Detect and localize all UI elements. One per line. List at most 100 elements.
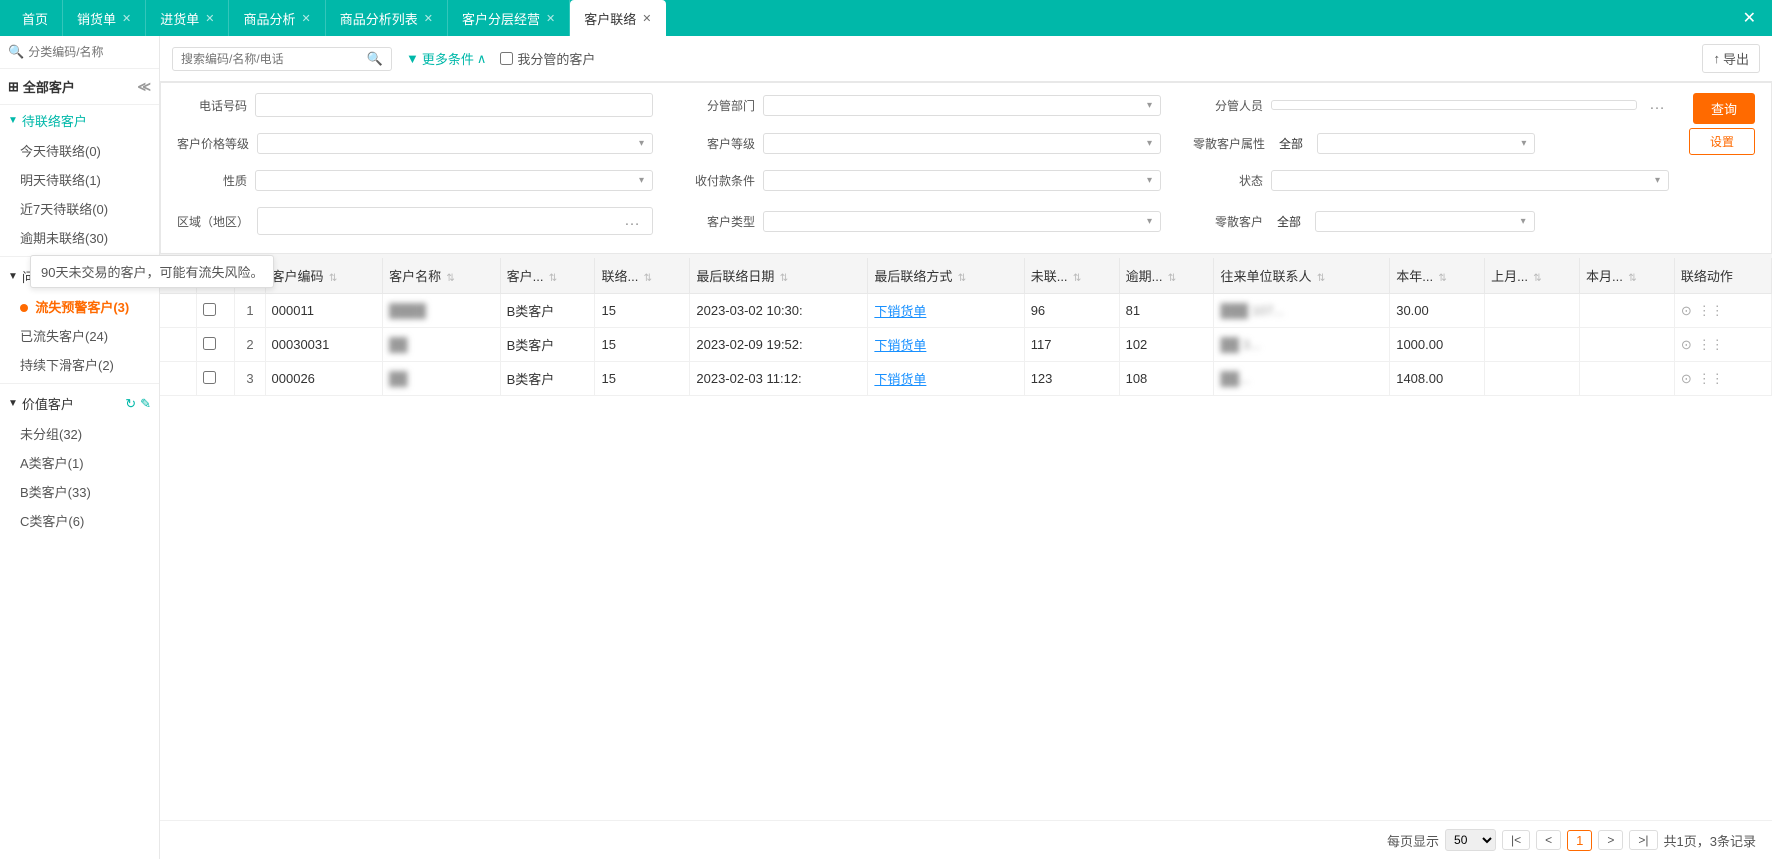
sidebar-search-wrap: 🔍 (0, 36, 159, 69)
settings-button[interactable]: 设置 (1689, 128, 1755, 155)
tab-customer-segment-close[interactable]: ✕ (546, 12, 555, 25)
tab-customer-segment[interactable]: 客户分层经营 ✕ (448, 0, 570, 36)
first-page-button[interactable]: |< (1502, 830, 1530, 850)
customer-level-select[interactable]: ▾ (763, 133, 1161, 154)
col-this-month[interactable]: 本月... ⇅ (1580, 258, 1675, 294)
region-select[interactable]: … (257, 207, 653, 235)
per-page-select[interactable]: 50 100 200 (1445, 829, 1496, 851)
export-button[interactable]: ↑ 导出 (1702, 44, 1760, 73)
retail-attr-select[interactable]: ▾ (1317, 133, 1535, 154)
sidebar-item-c-class[interactable]: C类客户(6) (0, 506, 159, 535)
person-more-icon[interactable]: … (1645, 96, 1669, 114)
col-type[interactable]: 客户... ⇅ (500, 258, 595, 294)
tab-home[interactable]: 首页 (8, 0, 63, 36)
col-overdue[interactable]: 逾期... ⇅ (1119, 258, 1214, 294)
col-last-contact-date[interactable]: 最后联络日期 ⇅ (690, 258, 868, 294)
col-code[interactable]: 客户编码 ⇅ (265, 258, 383, 294)
filter-icon: ▼ (406, 51, 419, 66)
row3-checkbox[interactable] (196, 362, 235, 396)
row3-action-icon1[interactable]: ⊙ (1681, 371, 1692, 387)
row1-checkbox[interactable] (196, 294, 235, 328)
row3-method-link[interactable]: 下销货单 (874, 372, 926, 387)
collapse-icon[interactable]: ≪ (137, 79, 151, 95)
query-button[interactable]: 查询 (1693, 93, 1755, 124)
row2-check[interactable] (203, 337, 216, 350)
customer-level-chevron-icon: ▾ (1147, 138, 1152, 149)
sidebar-item-overdue-pending[interactable]: 逾期未联络(30) (0, 223, 159, 252)
row2-last-method[interactable]: 下销货单 (868, 328, 1024, 362)
tab-purchase-close[interactable]: ✕ (205, 12, 214, 25)
last-page-button[interactable]: >| (1629, 830, 1657, 850)
sidebar-item-b-class[interactable]: B类客户(33) (0, 477, 159, 506)
sidebar-item-churned[interactable]: 已流失客户(24) (0, 321, 159, 350)
col-last-contact-method[interactable]: 最后联络方式 ⇅ (868, 258, 1024, 294)
tab-analysis-close[interactable]: ✕ (302, 12, 311, 25)
tab-analysis[interactable]: 商品分析 ✕ (229, 0, 325, 36)
row1-last-method[interactable]: 下销货单 (868, 294, 1024, 328)
sidebar-all-customers[interactable]: ⊞ 全部客户 ≪ (0, 69, 159, 105)
row1-method-link[interactable]: 下销货单 (874, 304, 926, 319)
sidebar-item-ungroup[interactable]: 未分组(32) (0, 419, 159, 448)
filter-row-3: 性质 ▾ 收付款条件 ▾ (177, 170, 1669, 191)
sidebar-search-input[interactable] (28, 45, 151, 59)
tab-sales-label: 销货单 (77, 9, 116, 28)
window-close-button[interactable]: ✕ (1735, 8, 1764, 28)
my-customers-checkbox[interactable] (500, 52, 513, 65)
more-conditions-button[interactable]: ▼ 更多条件 ∧ (400, 46, 492, 71)
sidebar-group-pending[interactable]: ▼ 待联络客户 (0, 105, 159, 136)
row1-check[interactable] (203, 303, 216, 316)
sidebar-item-a-class[interactable]: A类客户(1) (0, 448, 159, 477)
dept-select[interactable]: ▾ (763, 95, 1161, 116)
region-more-icon[interactable]: … (620, 212, 644, 230)
col-unit-contacts[interactable]: 往来单位联系人 ⇅ (1214, 258, 1390, 294)
row2-action-icon2[interactable]: ⋮⋮ (1698, 337, 1724, 353)
tab-sales[interactable]: 销货单 ✕ (63, 0, 146, 36)
prev-page-button[interactable]: < (1536, 830, 1561, 850)
sidebar-group-value[interactable]: ▼ 价值客户 ↻ ✎ (0, 388, 159, 419)
tab-purchase[interactable]: 进货单 ✕ (146, 0, 229, 36)
row3-last-method[interactable]: 下销货单 (868, 362, 1024, 396)
dept-chevron-icon: ▾ (1147, 100, 1152, 111)
row1-action-icon1[interactable]: ⊙ (1681, 303, 1692, 319)
col-uncontact[interactable]: 未联... ⇅ (1024, 258, 1119, 294)
row1-action-icon2[interactable]: ⋮⋮ (1698, 303, 1724, 319)
gender-select[interactable]: ▾ (255, 170, 653, 191)
col-contact[interactable]: 联络... ⇅ (595, 258, 690, 294)
person-select[interactable] (1271, 100, 1637, 110)
retail-customer-select[interactable]: ▾ (1315, 211, 1535, 232)
value-arrow-icon: ▼ (8, 398, 18, 409)
edit-icon[interactable]: ✎ (140, 396, 151, 412)
row3-check[interactable] (203, 371, 216, 384)
tab-analysis-list[interactable]: 商品分析列表 ✕ (326, 0, 448, 36)
row2-method-link[interactable]: 下销货单 (874, 338, 926, 353)
customer-type-select[interactable]: ▾ (763, 211, 1161, 232)
row2-name: ██ (383, 328, 501, 362)
sidebar-item-churn-warning[interactable]: 流失预警客户(3) (0, 292, 159, 321)
row3-action-icon2[interactable]: ⋮⋮ (1698, 371, 1724, 387)
my-customers-checkbox-wrap[interactable]: 我分管的客户 (500, 49, 595, 68)
phone-input[interactable] (255, 93, 653, 117)
row2-last-month (1485, 328, 1580, 362)
col-name[interactable]: 客户名称 ⇅ (383, 258, 501, 294)
next-page-button[interactable]: > (1598, 830, 1623, 850)
price-level-select[interactable]: ▾ (257, 133, 653, 154)
tab-sales-close[interactable]: ✕ (122, 12, 131, 25)
sidebar-item-declining[interactable]: 持续下滑客户(2) (0, 350, 159, 379)
sidebar-item-today-pending[interactable]: 今天待联络(0) (0, 136, 159, 165)
payment-select[interactable]: ▾ (763, 170, 1161, 191)
tab-analysis-label: 商品分析 (243, 9, 295, 28)
sidebar-item-7days-pending[interactable]: 近7天待联络(0) (0, 194, 159, 223)
row2-action-icon1[interactable]: ⊙ (1681, 337, 1692, 353)
col-last-month[interactable]: 上月... ⇅ (1485, 258, 1580, 294)
row2-checkbox[interactable] (196, 328, 235, 362)
col-this-year[interactable]: 本年... ⇅ (1390, 258, 1485, 294)
status-select[interactable]: ▾ (1271, 170, 1669, 191)
table-wrap: ⚙ # 客户编码 ⇅ 客户名称 ⇅ (160, 258, 1772, 820)
refresh-icon[interactable]: ↻ (125, 396, 136, 412)
tab-customer-contact[interactable]: 客户联络 ✕ (570, 0, 666, 36)
search-input[interactable] (181, 52, 363, 66)
contact-sort-icon: ⇅ (644, 273, 652, 284)
tab-customer-contact-close[interactable]: ✕ (642, 12, 651, 25)
tab-analysis-list-close[interactable]: ✕ (424, 12, 433, 25)
sidebar-item-tomorrow-pending[interactable]: 明天待联络(1) (0, 165, 159, 194)
